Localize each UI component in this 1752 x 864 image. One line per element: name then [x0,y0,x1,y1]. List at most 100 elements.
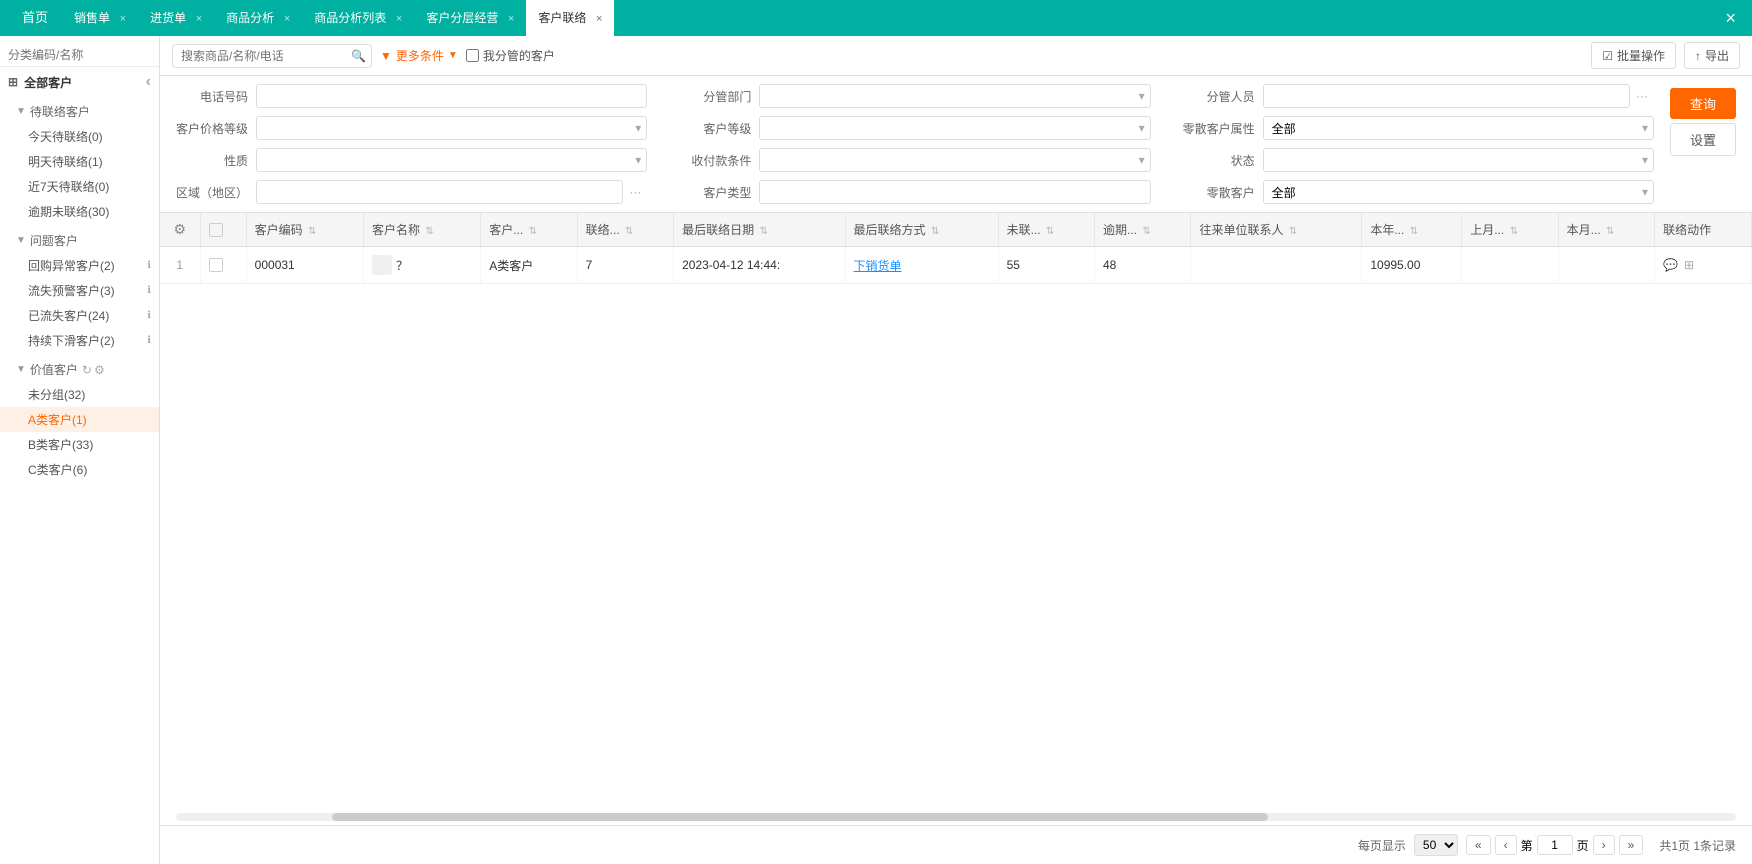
sort-icon: ⇅ [308,226,316,237]
filter-row-1: 电话号码 分管部门 ▾ 分管人员 [176,84,1654,108]
query-button[interactable]: 查询 [1670,88,1736,119]
filter-payment-select[interactable] [759,148,1150,172]
close-customer-contact-tab[interactable]: × [596,13,602,25]
filter-nature-select[interactable] [256,148,647,172]
close-purchase-tab[interactable]: × [196,13,202,25]
scrollbar-thumb[interactable] [332,813,1268,821]
help-icon[interactable]: ℹ [147,310,151,321]
th-customer-type[interactable]: 客户... ⇅ [481,213,577,247]
filter-customer-type-select[interactable] [759,180,1150,204]
table-settings-icon[interactable]: ⚙ [173,221,186,237]
page-size-select[interactable]: 50 [1414,834,1458,856]
settings-small-icon[interactable]: ⚙ [94,363,105,377]
filter-manager-input[interactable] [1263,84,1630,108]
sidebar-item-churned[interactable]: 已流失客户(24) ℹ [0,303,159,328]
filter-payment-wrap: ▾ [759,148,1150,172]
filter-customer-type-field: 客户类型 [679,180,1150,204]
filter-search-icon[interactable]: 🔍 [351,49,366,63]
filter-price-grade-select[interactable] [256,116,647,140]
export-button[interactable]: ↑ 导出 [1684,42,1740,69]
my-customers-checkbox[interactable]: 我分管的客户 [466,47,555,64]
th-last-month[interactable]: 上月... ⇅ [1462,213,1558,247]
sidebar-item-today[interactable]: 今天待联络(0) [0,124,159,149]
refresh-icon[interactable]: ↻ [82,363,92,377]
nav-customer-contact[interactable]: 客户联络 × [526,0,614,36]
page-number-input[interactable] [1537,835,1573,855]
sidebar-item-churn-warning[interactable]: 流失预警客户(3) ℹ [0,278,159,303]
close-all-button[interactable]: × [1717,8,1744,29]
td-name: ？ [363,247,480,284]
chat-action-icon[interactable]: 💬 [1663,258,1678,272]
pending-contact-title[interactable]: ▼ 待联络客户 [0,99,159,124]
th-overdue[interactable]: 逾期... ⇅ [1095,213,1191,247]
setting-button[interactable]: 设置 [1670,123,1736,156]
th-no-contact[interactable]: 未联... ⇅ [998,213,1094,247]
th-contact-person[interactable]: 往来单位联系人 ⇅ [1191,213,1362,247]
close-sales-tab[interactable]: × [120,13,126,25]
td-checkbox[interactable] [200,247,246,284]
sidebar-item-class-b[interactable]: B类客户(33) [0,432,159,457]
filter-region-input[interactable] [256,180,623,204]
row-checkbox[interactable] [209,258,223,272]
filter-nature-wrap: ▾ [256,148,647,172]
th-name[interactable]: 客户名称 ⇅ [363,213,480,247]
nav-goods-analysis-list[interactable]: 商品分析列表 × [302,0,414,36]
td-no-contact: 55 [998,247,1094,284]
th-this-year[interactable]: 本年... ⇅ [1362,213,1462,247]
th-last-contact-method[interactable]: 最后联络方式 ⇅ [845,213,998,247]
filter-manager-dots[interactable]: ··· [1630,89,1654,103]
th-contact-count[interactable]: 联络... ⇅ [577,213,673,247]
sidebar-item-class-c[interactable]: C类客户(6) [0,457,159,482]
sidebar-item-ungrouped[interactable]: 未分组(32) [0,382,159,407]
last-page-button[interactable]: » [1619,835,1644,855]
filter-search-input[interactable] [172,44,372,68]
value-customers-title[interactable]: ▼ 价值客户 ↻ ⚙ [0,357,159,382]
sidebar-item-tomorrow[interactable]: 明天待联络(1) [0,149,159,174]
th-checkbox[interactable] [200,213,246,247]
sidebar-item-declining[interactable]: 持续下滑客户(2) ℹ [0,328,159,353]
problem-customers-title[interactable]: ▼ 问题客户 [0,228,159,253]
close-goods-analysis-tab[interactable]: × [284,13,290,25]
filter-scattered-attr-select[interactable] [1263,116,1654,140]
last-contact-link[interactable]: 下销货单 [854,259,902,273]
help-icon[interactable]: ℹ [147,285,151,296]
sidebar-collapse-btn[interactable]: ‹ [146,73,151,91]
filter-region-dots[interactable]: ··· [623,185,647,199]
sort-icon: ⇅ [529,226,537,237]
sidebar-item-overdue[interactable]: 逾期未联络(30) [0,199,159,224]
my-customers-checkbox-input[interactable] [466,49,479,62]
sidebar-item-repurchase-abnormal[interactable]: 回购异常客户(2) ℹ [0,253,159,278]
nav-home[interactable]: 首页 [8,0,62,36]
td-last-contact-method[interactable]: 下销货单 [845,247,998,284]
sidebar-search-input[interactable] [8,48,160,62]
filter-dept-select[interactable] [759,84,1150,108]
filter-customer-grade-select[interactable] [759,116,1150,140]
batch-operation-button[interactable]: ☑ 批量操作 [1591,42,1676,69]
more-conditions-button[interactable]: ▼ 更多条件 ▼ [380,47,458,64]
filter-row-2: 客户价格等级 ▾ 客户等级 ▾ [176,116,1654,140]
filter-phone-input[interactable] [256,84,647,108]
close-customer-tier-tab[interactable]: × [508,13,514,25]
next-page-button[interactable]: › [1593,835,1615,855]
th-settings[interactable]: ⚙ [160,213,200,247]
connect-action-icon[interactable]: ⊞ [1684,258,1694,272]
close-goods-analysis-list-tab[interactable]: × [396,13,402,25]
th-last-contact-date[interactable]: 最后联络日期 ⇅ [674,213,845,247]
export-icon: ↑ [1695,49,1701,63]
sidebar-item-week[interactable]: 近7天待联络(0) [0,174,159,199]
th-code[interactable]: 客户编码 ⇅ [246,213,363,247]
sidebar-item-class-a[interactable]: A类客户(1) [0,407,159,432]
select-all-checkbox[interactable] [209,223,223,237]
filter-scattered-select[interactable] [1263,180,1654,204]
nav-purchase[interactable]: 进货单 × [138,0,214,36]
help-icon[interactable]: ℹ [147,335,151,346]
nav-sales[interactable]: 销售单 × [62,0,138,36]
sidebar-all-customers[interactable]: ⊞ 全部客户 ‹ [0,67,159,97]
filter-status-select[interactable] [1263,148,1654,172]
first-page-button[interactable]: « [1466,835,1491,855]
th-this-month[interactable]: 本月... ⇅ [1558,213,1654,247]
nav-customer-tier[interactable]: 客户分层经营 × [414,0,526,36]
help-icon[interactable]: ℹ [147,260,151,271]
nav-goods-analysis[interactable]: 商品分析 × [214,0,302,36]
prev-page-button[interactable]: ‹ [1495,835,1517,855]
